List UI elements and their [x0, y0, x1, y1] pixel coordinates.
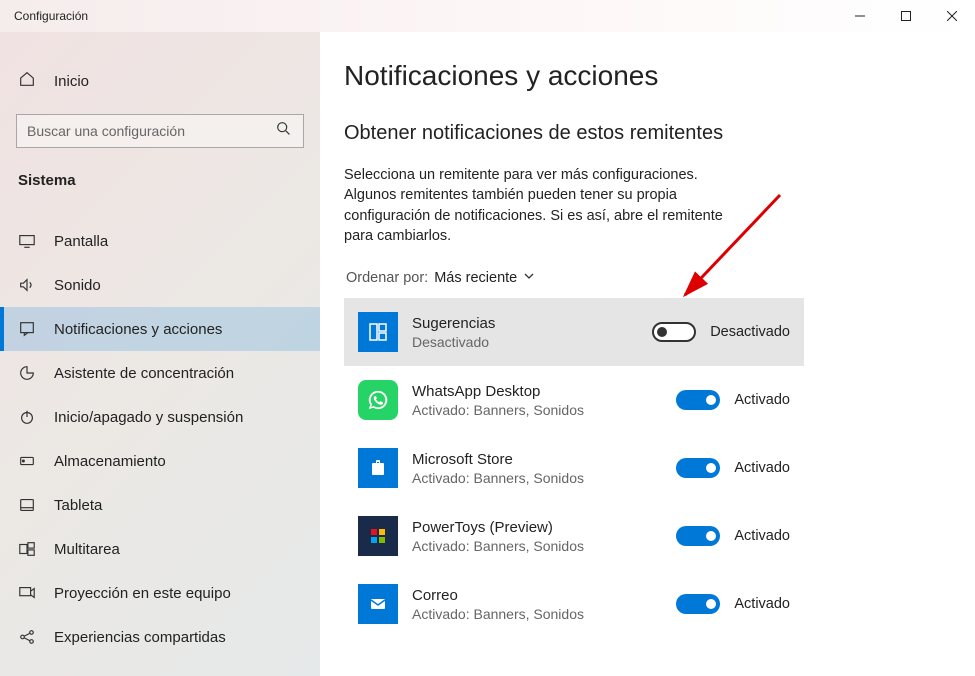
sender-item-correo[interactable]: Correo Activado: Banners, Sonidos Activa…	[344, 570, 804, 638]
shared-icon	[18, 628, 36, 646]
home-label: Inicio	[54, 73, 89, 90]
sender-item-sugerencias[interactable]: Sugerencias Desactivado Desactivado	[344, 298, 804, 366]
section-title: Obtener notificaciones de estos remitent…	[344, 122, 951, 145]
sender-name: Microsoft Store	[412, 451, 662, 468]
home-icon	[18, 70, 36, 92]
toggle-powertoys[interactable]	[676, 526, 720, 546]
home-nav[interactable]: Inicio	[0, 60, 320, 102]
close-button[interactable]	[929, 0, 975, 32]
sidebar-item-label: Proyección en este equipo	[54, 585, 231, 602]
project-icon	[18, 584, 36, 602]
sidebar-item-sonido[interactable]: Sonido	[0, 263, 320, 307]
sender-item-msstore[interactable]: Microsoft Store Activado: Banners, Sonid…	[344, 434, 804, 502]
toggle-label: Activado	[734, 528, 790, 544]
sidebar-item-notificaciones[interactable]: Notificaciones y acciones	[0, 307, 320, 351]
sidebar-item-label: Inicio/apagado y suspensión	[54, 409, 243, 426]
sidebar-item-tableta[interactable]: Tableta	[0, 483, 320, 527]
sender-name: Correo	[412, 587, 662, 604]
msstore-icon	[358, 448, 398, 488]
sidebar-item-almacenamiento[interactable]: Almacenamiento	[0, 439, 320, 483]
sender-item-powertoys[interactable]: PowerToys (Preview) Activado: Banners, S…	[344, 502, 804, 570]
sender-sub: Activado: Banners, Sonidos	[412, 402, 662, 418]
maximize-button[interactable]	[883, 0, 929, 32]
sort-label: Ordenar por:	[346, 270, 428, 286]
mail-icon	[358, 584, 398, 624]
power-icon	[18, 408, 36, 426]
sidebar: Inicio Sistema Pantalla Sonido Notificac…	[0, 32, 320, 676]
toggle-correo[interactable]	[676, 594, 720, 614]
sender-item-whatsapp[interactable]: WhatsApp Desktop Activado: Banners, Soni…	[344, 366, 804, 434]
window-title: Configuración	[0, 9, 88, 23]
search-input[interactable]	[27, 123, 275, 139]
sidebar-category: Sistema	[0, 166, 320, 195]
titlebar: Configuración	[0, 0, 975, 32]
sort-value: Más reciente	[434, 270, 517, 286]
sidebar-item-label: Almacenamiento	[54, 453, 166, 470]
window-controls	[837, 0, 975, 32]
page-title: Notificaciones y acciones	[344, 60, 951, 92]
content-pane: Notificaciones y acciones Obtener notifi…	[320, 32, 975, 676]
sidebar-item-label: Notificaciones y acciones	[54, 321, 222, 338]
sidebar-item-label: Asistente de concentración	[54, 365, 234, 382]
display-icon	[18, 232, 36, 250]
sidebar-item-label: Sonido	[54, 277, 101, 294]
toggle-label: Activado	[734, 460, 790, 476]
minimize-button[interactable]	[837, 0, 883, 32]
sender-name: WhatsApp Desktop	[412, 383, 662, 400]
sender-sub: Activado: Banners, Sonidos	[412, 470, 662, 486]
search-icon	[275, 120, 293, 143]
sidebar-item-label: Pantalla	[54, 233, 108, 250]
sidebar-item-label: Experiencias compartidas	[54, 629, 226, 646]
whatsapp-icon	[358, 380, 398, 420]
sender-name: PowerToys (Preview)	[412, 519, 662, 536]
sidebar-item-pantalla[interactable]: Pantalla	[0, 219, 320, 263]
chevron-down-icon	[523, 270, 535, 286]
sender-list: Sugerencias Desactivado Desactivado What…	[344, 298, 804, 638]
sort-row[interactable]: Ordenar por: Más reciente	[344, 270, 951, 286]
sender-sub: Activado: Banners, Sonidos	[412, 606, 662, 622]
notification-icon	[18, 320, 36, 338]
storage-icon	[18, 452, 36, 470]
powertoys-icon	[358, 516, 398, 556]
toggle-label: Activado	[734, 392, 790, 408]
suggestions-icon	[358, 312, 398, 352]
focus-icon	[18, 364, 36, 382]
tablet-icon	[18, 496, 36, 514]
toggle-label: Desactivado	[710, 324, 790, 340]
toggle-msstore[interactable]	[676, 458, 720, 478]
search-box[interactable]	[16, 114, 304, 148]
sidebar-item-proyeccion[interactable]: Proyección en este equipo	[0, 571, 320, 615]
sidebar-item-inicio-apagado[interactable]: Inicio/apagado y suspensión	[0, 395, 320, 439]
sidebar-item-experiencias[interactable]: Experiencias compartidas	[0, 615, 320, 659]
toggle-whatsapp[interactable]	[676, 390, 720, 410]
sidebar-item-label: Multitarea	[54, 541, 120, 558]
toggle-label: Activado	[734, 596, 790, 612]
multitask-icon	[18, 540, 36, 558]
sender-name: Sugerencias	[412, 315, 638, 332]
sidebar-item-multitarea[interactable]: Multitarea	[0, 527, 320, 571]
sidebar-item-asistente[interactable]: Asistente de concentración	[0, 351, 320, 395]
section-description: Selecciona un remitente para ver más con…	[344, 165, 744, 246]
sound-icon	[18, 276, 36, 294]
sender-sub: Desactivado	[412, 334, 638, 350]
sender-sub: Activado: Banners, Sonidos	[412, 538, 662, 554]
sidebar-item-label: Tableta	[54, 497, 102, 514]
toggle-sugerencias[interactable]	[652, 322, 696, 342]
